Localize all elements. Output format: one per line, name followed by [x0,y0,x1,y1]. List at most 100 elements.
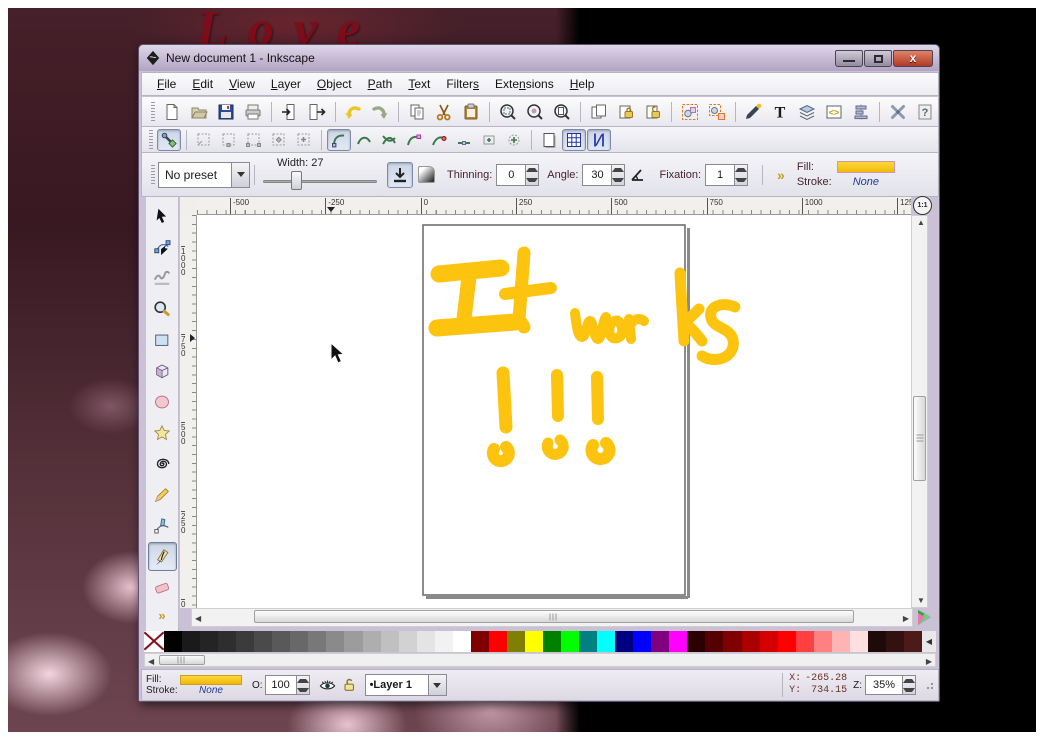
zoom-tool-button[interactable] [148,294,177,323]
palette-swatch[interactable] [813,631,832,652]
fill-color-swatch[interactable] [836,161,895,173]
angle-spin-arrows[interactable] [612,163,626,186]
vertical-scrollbar[interactable]: ▲ ▼ [911,215,928,608]
palette-scroll-left-button[interactable]: ◀ [921,631,936,652]
palette-swatch[interactable] [362,631,381,652]
toolbar-grip[interactable] [151,101,155,122]
zoom-page-button[interactable] [549,99,575,125]
palette-swatch[interactable] [326,631,345,652]
node-tool-button[interactable] [148,232,177,261]
width-slider-track[interactable] [263,179,377,183]
scroll-left-arrow[interactable]: ◀ [195,614,201,623]
status-fill-swatch[interactable] [180,675,242,685]
snap-bbox-edges-button[interactable] [217,129,241,151]
palette-swatch[interactable] [290,631,309,652]
unlink-clone-button[interactable] [640,99,666,125]
palette-swatch[interactable] [434,631,453,652]
layer-selector[interactable]: • Layer 1 [364,674,447,696]
pen-tool-button[interactable] [148,511,177,540]
palette-swatch[interactable] [308,631,327,652]
snap-rotation-centers-button[interactable] [502,129,526,151]
fixation-spin-arrows[interactable] [735,163,749,186]
palette-swatch[interactable] [452,631,471,652]
palette-swatch[interactable] [254,631,273,652]
layers-dialog-button[interactable] [794,99,820,125]
preferences-button[interactable] [885,99,911,125]
zoom-spin-arrows[interactable] [903,675,916,695]
palette-swatch[interactable] [561,631,580,652]
palette-scroll-right-arrow[interactable]: ▶ [926,657,932,666]
palette-swatch[interactable] [488,631,507,652]
palette-swatch-none[interactable] [144,631,164,652]
save-document-button[interactable] [213,99,239,125]
eraser-tool-button[interactable] [148,573,177,602]
preset-dropdown[interactable]: No preset [158,161,250,188]
fill-stroke-dialog-button[interactable] [741,99,767,125]
scroll-right-arrow[interactable]: ▶ [903,614,909,623]
menu-extensions[interactable]: Extensions [488,74,561,94]
page-border-toggle-button[interactable] [537,129,561,151]
pencil-tool-button[interactable] [148,480,177,509]
align-dialog-button[interactable] [848,99,874,125]
palette-scroll-left-arrow[interactable]: ◀ [148,657,154,666]
zoom-ratio-icon[interactable]: 1:1 [913,196,932,215]
toolbar-overflow-button[interactable]: » [777,167,785,183]
layer-lock-icon[interactable] [341,677,357,693]
palette-swatch[interactable] [795,631,814,652]
width-slider-thumb[interactable] [291,170,302,190]
thinning-spin-arrows[interactable] [526,163,540,186]
horizontal-ruler[interactable]: -500-250025050075010001250 [197,197,911,215]
palette-swatch[interactable] [741,631,760,652]
calligraphy-tool-button[interactable] [147,542,177,571]
box3d-tool-button[interactable] [148,356,177,385]
snap-bbox-corners-button[interactable] [242,129,266,151]
spiral-tool-button[interactable] [148,449,177,478]
palette-swatch[interactable] [182,631,201,652]
paste-button[interactable] [458,99,484,125]
zoom-value[interactable]: 35% [865,675,903,695]
palette-swatch[interactable] [398,631,417,652]
rectangle-tool-button[interactable] [148,325,177,354]
snap-cusp-nodes-button[interactable] [402,129,426,151]
redo-button[interactable] [367,99,393,125]
star-tool-button[interactable] [148,418,177,447]
color-managed-view-toggle[interactable] [915,609,933,627]
palette-swatch[interactable] [579,631,598,652]
menu-text[interactable]: Text [401,74,437,94]
toolbar-grip[interactable] [149,129,153,150]
snap-object-centers-button[interactable] [477,129,501,151]
menu-filters[interactable]: Filters [439,74,486,94]
palette-swatch[interactable] [723,631,742,652]
palette-scrollbar[interactable]: ◀ ▶ [144,653,936,667]
palette-swatch[interactable] [687,631,706,652]
fill-stroke-status[interactable]: Fill: Stroke: None [146,674,242,696]
opacity-value[interactable]: 100 [264,675,297,695]
fixation-value[interactable]: 1 [705,163,736,186]
preset-dropdown-arrow[interactable] [232,161,250,188]
duplicate-button[interactable] [586,99,612,125]
open-document-button[interactable] [186,99,212,125]
ungroup-selection-button[interactable] [704,99,730,125]
use-tilt-button[interactable] [625,162,651,188]
menu-help[interactable]: Help [563,74,602,94]
opacity-spinbox[interactable]: 100 [264,675,310,695]
angle-value[interactable]: 30 [582,163,613,186]
selector-tool-button[interactable] [148,201,177,230]
menu-layer[interactable]: Layer [264,74,308,94]
thinning-value[interactable]: 0 [496,163,527,186]
scroll-down-arrow[interactable]: ▼ [917,596,925,605]
guides-toggle-button[interactable] [587,128,611,151]
opacity-spin-arrows[interactable] [296,675,310,695]
scroll-up-arrow[interactable]: ▲ [917,218,925,227]
menu-object[interactable]: Object [310,74,359,94]
fill-stroke-indicator[interactable]: Fill: Stroke: None [797,160,895,190]
use-pressure-button[interactable] [387,161,413,188]
xml-editor-button[interactable]: <> [821,99,847,125]
palette-swatch[interactable] [470,631,489,652]
title-bar[interactable]: New document 1 - Inkscape x [139,45,939,71]
snap-bbox-centers-button[interactable] [292,129,316,151]
snap-smooth-nodes-button[interactable] [427,129,451,151]
palette-swatch[interactable] [867,631,886,652]
menu-path[interactable]: Path [361,74,400,94]
toolbox-overflow-button[interactable]: » [158,608,165,623]
